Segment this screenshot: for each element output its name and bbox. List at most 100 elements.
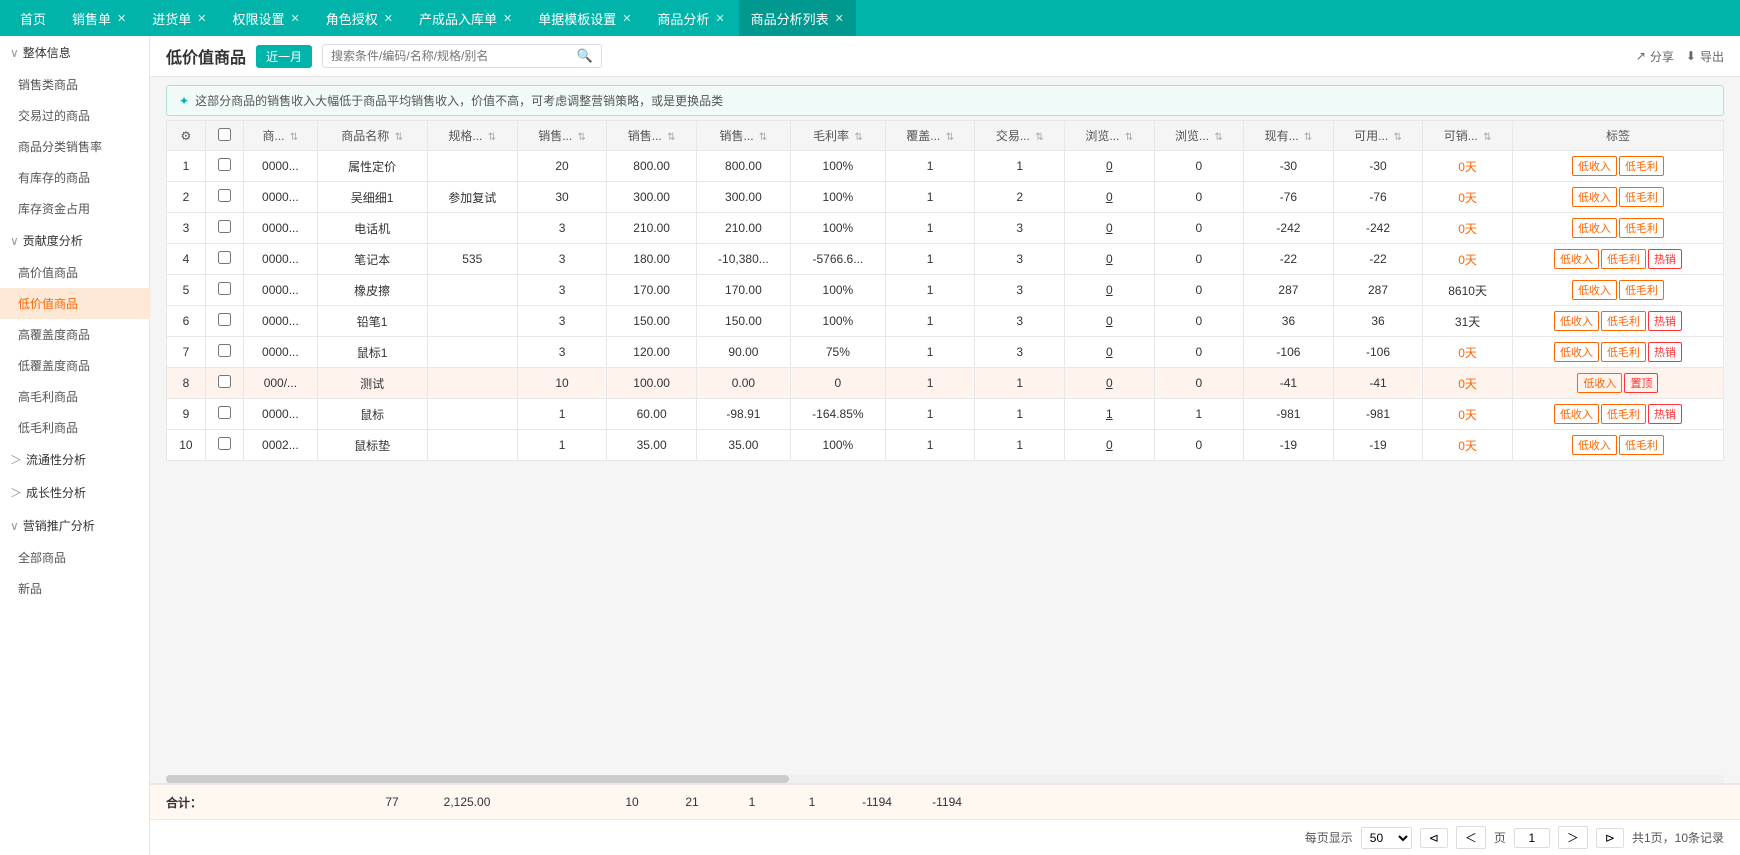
nav-purchase[interactable]: 进货单 ✕ — [140, 0, 218, 36]
col-transaction[interactable]: 交易... ⇅ — [975, 121, 1065, 151]
search-icon[interactable]: 🔍 — [577, 48, 593, 64]
nav-template[interactable]: 单据模板设置 ✕ — [526, 0, 643, 36]
select-all-checkbox[interactable] — [218, 128, 231, 141]
col-checkbox[interactable] — [205, 121, 243, 151]
col-browse1[interactable]: 浏览... ⇅ — [1065, 121, 1155, 151]
row-checkbox[interactable] — [218, 282, 231, 295]
nav-analysis-list-close[interactable]: ✕ — [835, 12, 844, 25]
row-checkbox[interactable] — [218, 313, 231, 326]
cell-checkbox[interactable] — [205, 337, 243, 368]
first-page-button[interactable]: ⊲ — [1420, 828, 1448, 848]
cell-checkbox[interactable] — [205, 399, 243, 430]
sidebar-group-marketing[interactable]: ∨ 营销推广分析 — [0, 509, 149, 542]
col-sales-amount[interactable]: 销售... ⇅ — [607, 121, 697, 151]
sidebar-item-traded[interactable]: 交易过的商品 — [0, 100, 149, 131]
sidebar-item-stock-capital[interactable]: 库存资金占用 — [0, 193, 149, 224]
horizontal-scrollbar[interactable] — [166, 775, 1724, 783]
col-settings[interactable]: ⚙ — [167, 121, 206, 151]
browse1-link[interactable]: 0 — [1106, 221, 1113, 235]
cell-browse1[interactable]: 0 — [1065, 213, 1155, 244]
row-checkbox[interactable] — [218, 437, 231, 450]
nav-role[interactable]: 角色授权 ✕ — [314, 0, 405, 36]
nav-product-in[interactable]: 产成品入库单 ✕ — [407, 0, 524, 36]
sidebar-item-low-coverage[interactable]: 低覆盖度商品 — [0, 350, 149, 381]
sidebar-item-new-products[interactable]: 新品 — [0, 573, 149, 604]
nav-analysis-list[interactable]: 商品分析列表 ✕ — [739, 0, 856, 36]
nav-permission-close[interactable]: ✕ — [291, 12, 300, 25]
table-wrapper[interactable]: ⚙ 商... ⇅ 商品名称 ⇅ 规格... ⇅ 销售... ⇅ 销售... ⇅ … — [150, 120, 1740, 775]
time-filter-button[interactable]: 近一月 — [256, 45, 312, 68]
browse1-link[interactable]: 0 — [1106, 283, 1113, 297]
col-spec[interactable]: 规格... ⇅ — [427, 121, 517, 151]
cell-browse1[interactable]: 0 — [1065, 306, 1155, 337]
sidebar-group-growth[interactable]: ＞ 成长性分析 — [0, 476, 149, 509]
row-checkbox[interactable] — [218, 189, 231, 202]
sidebar-item-high-value[interactable]: 高价值商品 — [0, 257, 149, 288]
sidebar-item-low-value[interactable]: 低价值商品 — [0, 288, 149, 319]
sidebar-item-low-margin[interactable]: 低毛利商品 — [0, 412, 149, 443]
share-button[interactable]: ↗ 分享 — [1636, 48, 1674, 65]
sidebar-item-category-rate[interactable]: 商品分类销售率 — [0, 131, 149, 162]
col-sales-avg[interactable]: 销售... ⇅ — [696, 121, 790, 151]
col-code[interactable]: 商... ⇅ — [244, 121, 317, 151]
nav-permission[interactable]: 权限设置 ✕ — [220, 0, 311, 36]
nav-purchase-close[interactable]: ✕ — [197, 12, 206, 25]
col-sellable[interactable]: 可销... ⇅ — [1423, 121, 1513, 151]
sidebar-item-with-stock[interactable]: 有库存的商品 — [0, 162, 149, 193]
cell-browse1[interactable]: 0 — [1065, 368, 1155, 399]
nav-role-close[interactable]: ✕ — [384, 12, 393, 25]
cell-browse1[interactable]: 0 — [1065, 275, 1155, 306]
cell-browse1[interactable]: 0 — [1065, 244, 1155, 275]
cell-browse1[interactable]: 0 — [1065, 151, 1155, 182]
sidebar-group-contribution[interactable]: ∨ 贡献度分析 — [0, 224, 149, 257]
browse1-link[interactable]: 0 — [1106, 252, 1113, 266]
page-size-select[interactable]: 50 100 — [1361, 827, 1412, 849]
browse1-link[interactable]: 0 — [1106, 438, 1113, 452]
page-number-input[interactable] — [1514, 828, 1550, 848]
row-checkbox[interactable] — [218, 251, 231, 264]
col-available[interactable]: 可用... ⇅ — [1333, 121, 1423, 151]
row-checkbox[interactable] — [218, 344, 231, 357]
col-gross-rate[interactable]: 毛利率 ⇅ — [790, 121, 885, 151]
col-sales-qty[interactable]: 销售... ⇅ — [517, 121, 607, 151]
sidebar-item-high-margin[interactable]: 高毛利商品 — [0, 381, 149, 412]
cell-checkbox[interactable] — [205, 151, 243, 182]
scrollbar-thumb[interactable] — [166, 775, 789, 783]
cell-browse1[interactable]: 0 — [1065, 182, 1155, 213]
cell-checkbox[interactable] — [205, 275, 243, 306]
cell-checkbox[interactable] — [205, 213, 243, 244]
nav-home[interactable]: 首页 — [8, 0, 58, 36]
browse1-link[interactable]: 0 — [1106, 190, 1113, 204]
nav-product-in-close[interactable]: ✕ — [503, 12, 512, 25]
cell-checkbox[interactable] — [205, 182, 243, 213]
prev-page-button[interactable]: ＜ — [1456, 826, 1486, 849]
row-checkbox[interactable] — [218, 375, 231, 388]
browse1-link[interactable]: 1 — [1106, 407, 1113, 421]
cell-browse1[interactable]: 1 — [1065, 399, 1155, 430]
row-checkbox[interactable] — [218, 220, 231, 233]
nav-analysis[interactable]: 商品分析 ✕ — [645, 0, 736, 36]
nav-analysis-close[interactable]: ✕ — [715, 12, 724, 25]
cell-checkbox[interactable] — [205, 368, 243, 399]
sidebar-item-high-coverage[interactable]: 高覆盖度商品 — [0, 319, 149, 350]
export-button[interactable]: ⬇ 导出 — [1686, 48, 1724, 65]
cell-checkbox[interactable] — [205, 430, 243, 461]
cell-browse1[interactable]: 0 — [1065, 337, 1155, 368]
nav-template-close[interactable]: ✕ — [622, 12, 631, 25]
sidebar-item-all-products[interactable]: 全部商品 — [0, 542, 149, 573]
sidebar-item-sales-category[interactable]: 销售类商品 — [0, 69, 149, 100]
row-checkbox[interactable] — [218, 158, 231, 171]
col-coverage[interactable]: 覆盖... ⇅ — [885, 121, 975, 151]
col-name[interactable]: 商品名称 ⇅ — [317, 121, 427, 151]
next-page-button[interactable]: ＞ — [1558, 826, 1588, 849]
cell-browse1[interactable]: 0 — [1065, 430, 1155, 461]
search-box[interactable]: 🔍 — [322, 44, 602, 68]
sidebar-group-flow[interactable]: ＞ 流通性分析 — [0, 443, 149, 476]
cell-checkbox[interactable] — [205, 306, 243, 337]
browse1-link[interactable]: 0 — [1106, 376, 1113, 390]
browse1-link[interactable]: 0 — [1106, 159, 1113, 173]
browse1-link[interactable]: 0 — [1106, 345, 1113, 359]
cell-checkbox[interactable] — [205, 244, 243, 275]
col-current-stock[interactable]: 现有... ⇅ — [1244, 121, 1334, 151]
row-checkbox[interactable] — [218, 406, 231, 419]
